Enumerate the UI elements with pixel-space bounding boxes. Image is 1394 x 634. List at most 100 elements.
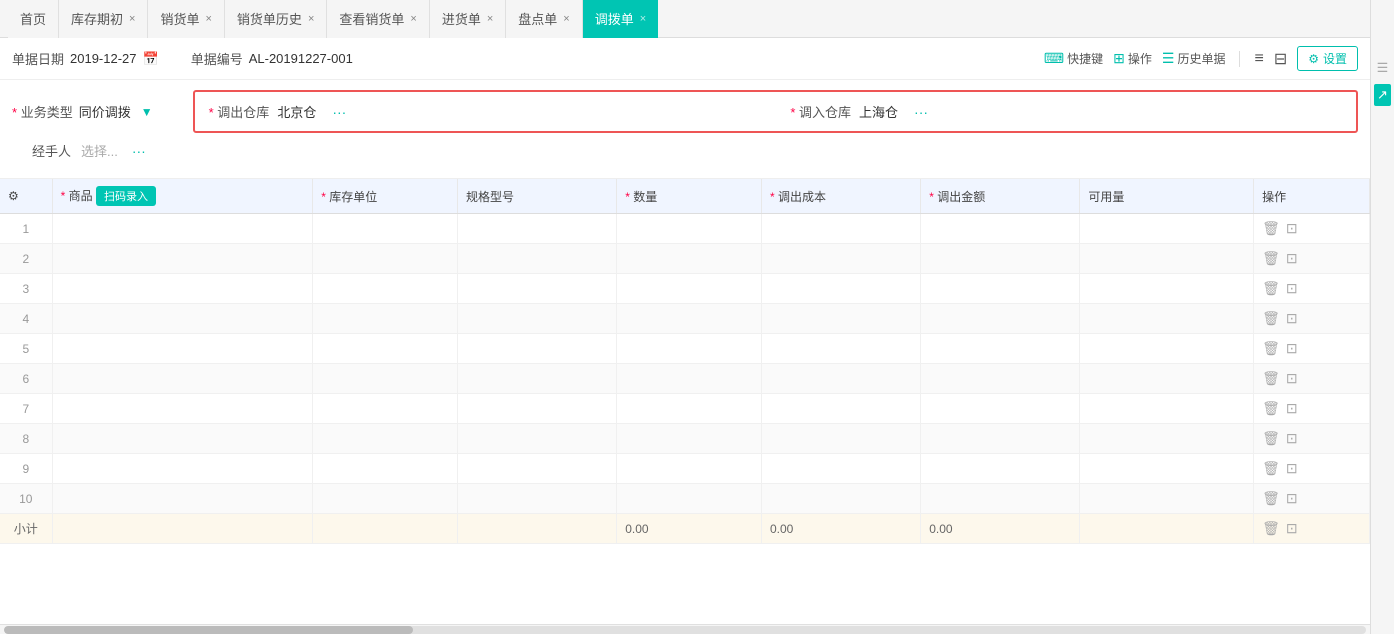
tab-transfer[interactable]: 调拨单 × — [583, 0, 658, 38]
spec-cell[interactable] — [457, 214, 616, 244]
product-cell[interactable] — [52, 514, 313, 544]
tab-view-sales-close[interactable]: × — [410, 13, 416, 25]
cost-cell[interactable] — [761, 454, 920, 484]
quantity-cell[interactable] — [617, 484, 762, 514]
unit-cell[interactable] — [313, 394, 458, 424]
cost-cell[interactable] — [761, 364, 920, 394]
handler-placeholder[interactable]: 选择... — [81, 141, 118, 160]
sidebar-list-icon[interactable]: ☰ — [1377, 60, 1389, 76]
cost-cell[interactable] — [761, 484, 920, 514]
amount-cell[interactable] — [921, 244, 1080, 274]
tab-transfer-close[interactable]: × — [640, 13, 646, 25]
unit-cell[interactable] — [313, 484, 458, 514]
unit-cell[interactable] — [313, 334, 458, 364]
amount-cell[interactable] — [921, 214, 1080, 244]
spec-cell[interactable] — [457, 244, 616, 274]
product-cell[interactable] — [52, 454, 313, 484]
layout1-button[interactable]: ≡ — [1254, 50, 1263, 68]
doc-date-value[interactable]: 2019-12-27 — [70, 51, 137, 66]
copy-icon[interactable]: ⊡ — [1286, 280, 1298, 297]
copy-icon[interactable]: ⊡ — [1286, 340, 1298, 357]
unit-cell[interactable] — [313, 424, 458, 454]
unit-cell[interactable] — [313, 244, 458, 274]
product-cell[interactable] — [52, 334, 313, 364]
product-cell[interactable] — [52, 214, 313, 244]
quantity-cell[interactable] — [617, 364, 762, 394]
product-cell[interactable] — [52, 424, 313, 454]
copy-icon[interactable]: ⊡ — [1286, 490, 1298, 507]
delete-icon[interactable]: 🗑 — [1262, 430, 1280, 447]
copy-icon[interactable]: ⊡ — [1286, 520, 1298, 537]
spec-cell[interactable] — [457, 364, 616, 394]
copy-icon[interactable]: ⊡ — [1286, 310, 1298, 327]
quantity-cell[interactable] — [617, 424, 762, 454]
tab-view-sales[interactable]: 查看销货单 × — [327, 0, 429, 38]
tab-inventory-init-close[interactable]: × — [129, 13, 135, 25]
amount-cell[interactable] — [921, 274, 1080, 304]
spec-cell[interactable] — [457, 484, 616, 514]
horizontal-scrollbar[interactable] — [0, 624, 1370, 634]
cost-cell[interactable] — [761, 244, 920, 274]
product-cell[interactable] — [52, 364, 313, 394]
delete-icon[interactable]: 🗑 — [1262, 220, 1280, 237]
delete-icon[interactable]: 🗑 — [1262, 520, 1280, 537]
transfer-out-more-icon[interactable]: ··· — [332, 104, 346, 120]
available-cell[interactable] — [1080, 334, 1254, 364]
tab-inventory-init[interactable]: 库存期初 × — [59, 0, 148, 38]
quantity-cell[interactable] — [617, 394, 762, 424]
amount-cell[interactable] — [921, 334, 1080, 364]
unit-cell[interactable] — [313, 304, 458, 334]
copy-icon[interactable]: ⊡ — [1286, 460, 1298, 477]
tab-sales-history-close[interactable]: × — [308, 13, 314, 25]
th-gear[interactable]: ⚙ — [0, 179, 52, 214]
quantity-cell[interactable] — [617, 454, 762, 484]
amount-cell[interactable] — [921, 424, 1080, 454]
delete-icon[interactable]: 🗑 — [1262, 460, 1280, 477]
amount-cell[interactable]: 0.00 — [921, 514, 1080, 544]
amount-cell[interactable] — [921, 364, 1080, 394]
unit-cell[interactable] — [313, 514, 458, 544]
tab-stocktake[interactable]: 盘点单 × — [506, 0, 582, 38]
transfer-in-more-icon[interactable]: ··· — [914, 104, 928, 120]
copy-icon[interactable]: ⊡ — [1286, 220, 1298, 237]
biz-type-dropdown-icon[interactable]: ▼ — [141, 105, 153, 119]
quantity-cell[interactable] — [617, 274, 762, 304]
spec-cell[interactable] — [457, 454, 616, 484]
available-cell[interactable] — [1080, 514, 1254, 544]
tab-sales-history[interactable]: 销货单历史 × — [225, 0, 327, 38]
delete-icon[interactable]: 🗑 — [1262, 400, 1280, 417]
quantity-cell[interactable] — [617, 304, 762, 334]
transfer-in-value[interactable]: 上海仓 — [859, 102, 898, 121]
spec-cell[interactable] — [457, 274, 616, 304]
quantity-cell[interactable]: 0.00 — [617, 514, 762, 544]
tab-purchase-order[interactable]: 进货单 × — [430, 0, 506, 38]
tab-stocktake-close[interactable]: × — [563, 13, 569, 25]
cost-cell[interactable] — [761, 334, 920, 364]
cost-cell[interactable]: 0.00 — [761, 514, 920, 544]
copy-icon[interactable]: ⊡ — [1286, 250, 1298, 267]
amount-cell[interactable] — [921, 484, 1080, 514]
spec-cell[interactable] — [457, 394, 616, 424]
spec-cell[interactable] — [457, 304, 616, 334]
layout2-button[interactable]: ⊟ — [1274, 49, 1287, 69]
spec-cell[interactable] — [457, 514, 616, 544]
delete-icon[interactable]: 🗑 — [1262, 340, 1280, 357]
available-cell[interactable] — [1080, 454, 1254, 484]
cost-cell[interactable] — [761, 274, 920, 304]
cost-cell[interactable] — [761, 214, 920, 244]
delete-icon[interactable]: 🗑 — [1262, 280, 1280, 297]
copy-icon[interactable]: ⊡ — [1286, 400, 1298, 417]
shortcut-button[interactable]: ⌨ 快捷键 — [1044, 50, 1103, 67]
amount-cell[interactable] — [921, 454, 1080, 484]
unit-cell[interactable] — [313, 214, 458, 244]
available-cell[interactable] — [1080, 424, 1254, 454]
available-cell[interactable] — [1080, 484, 1254, 514]
available-cell[interactable] — [1080, 244, 1254, 274]
spec-cell[interactable] — [457, 334, 616, 364]
sidebar-export-icon[interactable]: ↗ — [1374, 84, 1391, 106]
delete-icon[interactable]: 🗑 — [1262, 310, 1280, 327]
copy-icon[interactable]: ⊡ — [1286, 370, 1298, 387]
tab-purchase-order-close[interactable]: × — [487, 13, 493, 25]
cost-cell[interactable] — [761, 304, 920, 334]
transfer-out-value[interactable]: 北京仓 — [277, 102, 316, 121]
